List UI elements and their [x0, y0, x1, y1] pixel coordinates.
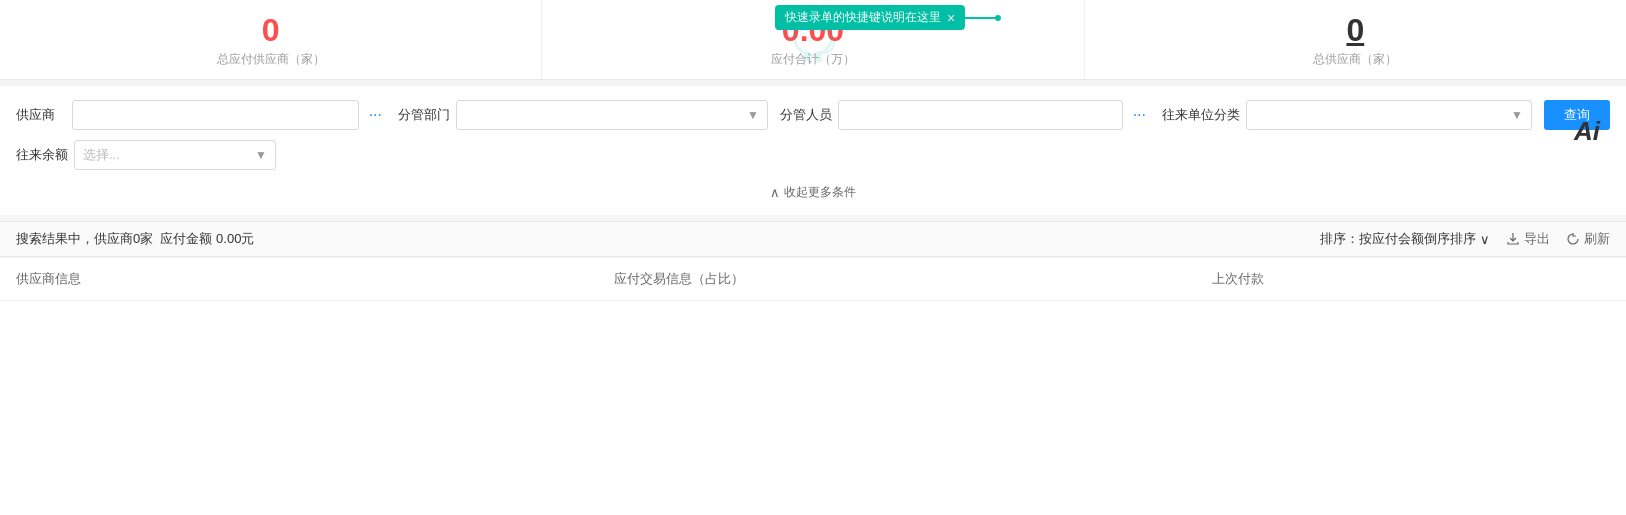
svg-rect-3: [816, 51, 822, 62]
supplier-filter: 供应商 ···: [16, 100, 386, 130]
balance-arrow: ▼: [255, 148, 267, 162]
stat-total-suppliers: 0 总供应商（家）: [1085, 0, 1626, 79]
table-header: 供应商信息 应付交易信息（占比） 上次付款: [0, 258, 1626, 301]
export-label: 导出: [1524, 230, 1550, 248]
supplier-dots-btn[interactable]: ···: [365, 106, 386, 124]
supplier-input[interactable]: [72, 100, 359, 130]
person-filter: 分管人员 ···: [780, 100, 1150, 130]
person-label: 分管人员: [780, 106, 832, 124]
collapse-label: 收起更多条件: [784, 184, 856, 201]
filter-row-1: 供应商 ··· 分管部门 ▼ 分管人员 ··· 往来单位分类 ▼ 查询: [16, 100, 1610, 130]
person-dots-btn[interactable]: ···: [1129, 106, 1150, 124]
refresh-icon: [1566, 232, 1580, 246]
dept-filter: 分管部门 ▼: [398, 100, 768, 130]
svg-text:¥: ¥: [806, 31, 813, 43]
results-bar: 搜索结果中，供应商0家 应付金额 0.00元 排序：按应付会额倒序排序 ∨ 导出…: [0, 221, 1626, 257]
balance-filter: 往来余额 选择... ▼: [16, 140, 276, 170]
col-supplier-info: 供应商信息: [16, 270, 614, 288]
results-amount-value: 0.00: [216, 231, 241, 246]
sort-arrow: ∨: [1480, 232, 1490, 247]
tooltip-dot: [993, 13, 1003, 23]
dept-label: 分管部门: [398, 106, 450, 124]
stat-payable-suppliers: 0 总应付供应商（家）: [0, 0, 542, 79]
stats-bar: 0 总应付供应商（家） ¥ 快速录单的快捷键说明在这里 × 0.00 应付合计（…: [0, 0, 1626, 80]
supplier-label: 供应商: [16, 106, 66, 124]
tooltip-close-btn[interactable]: ×: [947, 11, 955, 25]
stat-payable-total: ¥ 快速录单的快捷键说明在这里 × 0.00 应付合计（万）: [542, 0, 1084, 79]
dept-arrow: ▼: [747, 108, 759, 122]
payable-suppliers-label: 总应付供应商（家）: [217, 51, 325, 68]
ai-label: Ai: [1574, 116, 1600, 147]
balance-select[interactable]: 选择... ▼: [74, 140, 276, 170]
unit-select[interactable]: ▼: [1246, 100, 1532, 130]
dept-select[interactable]: ▼: [456, 100, 768, 130]
collapse-button[interactable]: ∧ 收起更多条件: [758, 180, 868, 205]
unit-arrow: ▼: [1511, 108, 1523, 122]
tooltip-bubble: 快速录单的快捷键说明在这里 ×: [775, 5, 965, 30]
sort-select[interactable]: 排序：按应付会额倒序排序 ∨: [1320, 230, 1490, 248]
data-table: 供应商信息 应付交易信息（占比） 上次付款: [0, 258, 1626, 515]
refresh-label: 刷新: [1584, 230, 1610, 248]
results-info: 搜索结果中，供应商0家 应付金额 0.00元: [16, 230, 254, 248]
table-body: [0, 301, 1626, 515]
balance-placeholder: 选择...: [83, 146, 120, 164]
results-prefix: 搜索结果中，供应商: [16, 231, 133, 246]
collapse-icon: ∧: [770, 185, 780, 200]
unit-filter: 往来单位分类 ▼: [1162, 100, 1532, 130]
col-payable-trade: 应付交易信息（占比）: [614, 270, 1212, 288]
balance-label: 往来余额: [16, 146, 68, 164]
filters-section: 供应商 ··· 分管部门 ▼ 分管人员 ··· 往来单位分类 ▼ 查询: [0, 86, 1626, 215]
results-actions: 排序：按应付会额倒序排序 ∨ 导出 刷新: [1320, 230, 1610, 248]
results-amount-unit: 元: [241, 231, 254, 246]
total-suppliers-number: 0: [1346, 11, 1364, 49]
person-input[interactable]: [838, 100, 1123, 130]
tooltip-text: 快速录单的快捷键说明在这里: [785, 9, 941, 26]
svg-rect-2: [804, 51, 810, 62]
export-button[interactable]: 导出: [1506, 230, 1550, 248]
refresh-button[interactable]: 刷新: [1566, 230, 1610, 248]
results-middle: 家: [140, 231, 153, 246]
results-amount-label: 应付金额: [160, 231, 212, 246]
payable-suppliers-number: 0: [262, 11, 280, 49]
unit-label: 往来单位分类: [1162, 106, 1240, 124]
sort-label: 排序：按应付会额倒序排序: [1320, 230, 1476, 248]
filter-row-2: 往来余额 选择... ▼: [16, 140, 1610, 170]
col-last-payment: 上次付款: [1212, 270, 1611, 288]
total-suppliers-label: 总供应商（家）: [1313, 51, 1397, 68]
export-icon: [1506, 232, 1520, 246]
collapse-row: ∧ 收起更多条件: [16, 180, 1610, 205]
